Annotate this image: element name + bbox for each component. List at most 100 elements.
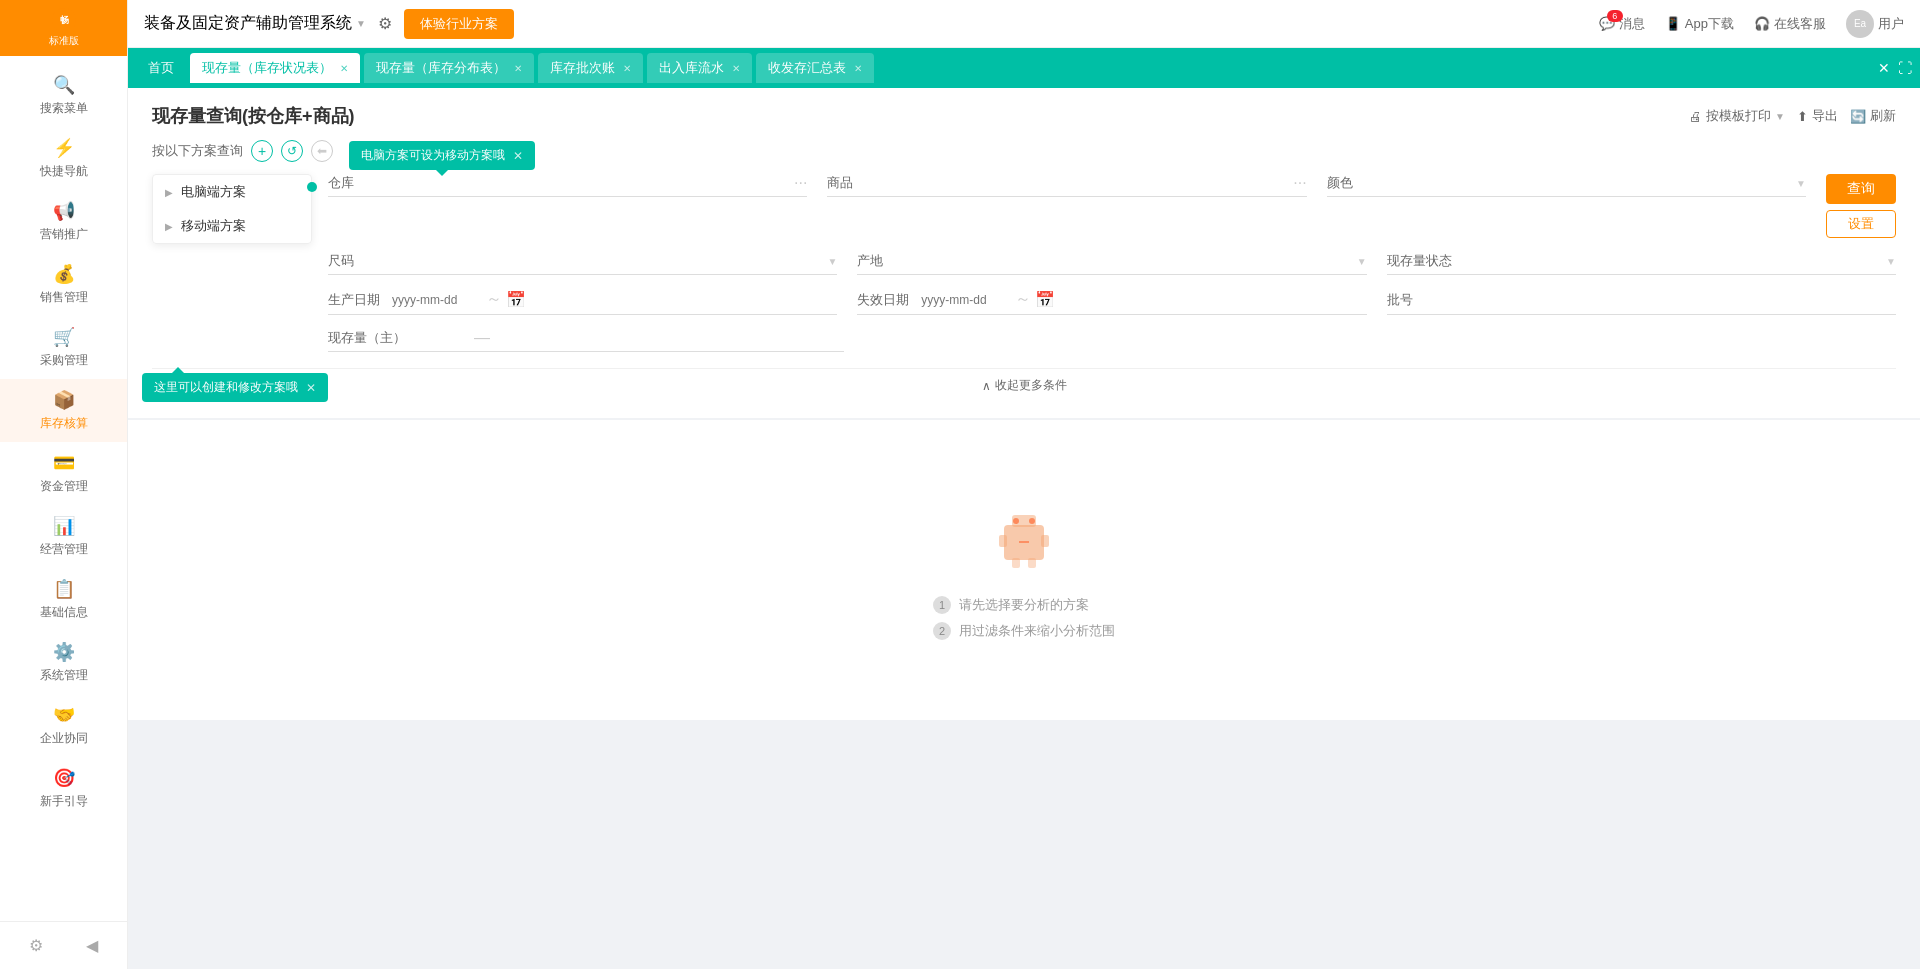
stock-main-from[interactable] — [410, 331, 470, 345]
warehouse-more-icon[interactable]: ··· — [794, 174, 807, 192]
sidebar-item-operations[interactable]: 📊 经营管理 — [0, 505, 127, 568]
tab-inout-close[interactable]: ✕ — [732, 63, 740, 74]
tooltip-create-close[interactable]: ✕ — [306, 381, 316, 395]
produce-date-calendar-icon[interactable]: 📅 — [506, 290, 526, 309]
stock-status-input[interactable] — [1460, 254, 1878, 269]
sidebar-item-purchase[interactable]: 🛒 采购管理 — [0, 316, 127, 379]
operations-icon: 📊 — [53, 515, 75, 537]
sidebar-item-label-operations: 经营管理 — [40, 541, 88, 558]
sidebar-settings-btn[interactable]: ⚙ — [29, 936, 43, 955]
headset-icon: 🎧 — [1754, 16, 1770, 31]
sidebar-item-search-menu[interactable]: 🔍 搜索菜单 — [0, 64, 127, 127]
tab-inout-flow[interactable]: 出入库流水 ✕ — [647, 53, 752, 83]
sidebar-item-quick-nav[interactable]: ⚡ 快捷导航 — [0, 127, 127, 190]
color-dropdown-icon[interactable]: ▼ — [1796, 178, 1806, 189]
sidebar-item-label-finance: 资金管理 — [40, 478, 88, 495]
expire-date-calendar-icon[interactable]: 📅 — [1035, 290, 1055, 309]
tab-collect-summary[interactable]: 收发存汇总表 ✕ — [756, 53, 874, 83]
header-gear-btn[interactable]: ⚙ — [378, 14, 392, 33]
sidebar-item-guide[interactable]: 🎯 新手引导 — [0, 757, 127, 820]
tab-stock-status[interactable]: 现存量（库存状况表） ✕ — [190, 53, 360, 83]
expire-date-label: 失效日期 — [857, 291, 917, 309]
tab-collect-close[interactable]: ✕ — [854, 63, 862, 74]
online-support-btn[interactable]: 🎧 在线客服 — [1754, 15, 1826, 33]
origin-dropdown-icon[interactable]: ▼ — [1357, 256, 1367, 267]
query-btn[interactable]: 查询 — [1826, 174, 1896, 204]
sidebar-item-cooperation[interactable]: 🤝 企业协同 — [0, 694, 127, 757]
refresh-label: 刷新 — [1870, 107, 1896, 125]
tab-fullscreen-icon[interactable]: ⛶ — [1898, 60, 1912, 76]
svg-rect-7 — [999, 535, 1007, 547]
online-support-label: 在线客服 — [1774, 15, 1826, 33]
svg-rect-8 — [1041, 535, 1049, 547]
refresh-btn[interactable]: 🔄 刷新 — [1850, 107, 1896, 125]
tab-stock-status-close[interactable]: ✕ — [340, 63, 348, 74]
sidebar-collapse-btn[interactable]: ◀ — [86, 936, 98, 955]
sidebar-item-base-info[interactable]: 📋 基础信息 — [0, 568, 127, 631]
sidebar-item-finance[interactable]: 💳 资金管理 — [0, 442, 127, 505]
set-btn[interactable]: 设置 — [1826, 210, 1896, 238]
tab-stock-status-label: 现存量（库存状况表） — [202, 59, 332, 77]
sales-icon: 💰 — [53, 263, 75, 285]
scheme-filter-layout: ▶ 电脑端方案 ▶ 移动端方案 这里可以创建和修改方案哦 ✕ — [152, 174, 1896, 352]
app-download-btn[interactable]: 📱 App下载 — [1665, 15, 1734, 33]
size-input[interactable] — [396, 254, 819, 269]
svg-rect-10 — [1028, 558, 1036, 568]
print-icon: 🖨 — [1689, 109, 1702, 124]
size-dropdown-icon[interactable]: ▼ — [827, 256, 837, 267]
scheme-pc-label: 电脑端方案 — [181, 183, 246, 201]
warehouse-input[interactable] — [396, 176, 786, 191]
search-menu-icon: 🔍 — [53, 74, 75, 96]
goods-more-icon[interactable]: ··· — [1293, 174, 1306, 192]
collapse-btn[interactable]: ∧ 收起更多条件 — [982, 377, 1067, 394]
tab-bar: 首页 现存量（库存状况表） ✕ 现存量（库存分布表） ✕ 库存批次账 ✕ 出入库… — [128, 48, 1920, 88]
filter-field-goods: 商品 ··· — [827, 174, 1306, 197]
tab-stock-dist-close[interactable]: ✕ — [514, 63, 522, 74]
scheme-arrow-icon-pc: ▶ — [165, 187, 173, 198]
action-buttons: 查询 设置 — [1826, 174, 1896, 238]
tab-home[interactable]: 首页 — [136, 53, 186, 83]
origin-input[interactable] — [925, 254, 1348, 269]
cooperation-icon: 🤝 — [53, 704, 75, 726]
tab-batch-account[interactable]: 库存批次账 ✕ — [538, 53, 643, 83]
sidebar-item-marketing[interactable]: 📢 营销推广 — [0, 190, 127, 253]
filter-add-btn[interactable]: + — [251, 140, 273, 162]
empty-tips: 1 请先选择要分析的方案 2 用过滤条件来缩小分析范围 — [933, 596, 1115, 640]
scheme-item-pc[interactable]: ▶ 电脑端方案 — [153, 175, 311, 209]
sidebar-item-label-purchase: 采购管理 — [40, 352, 88, 369]
tooltip-scheme-close[interactable]: ✕ — [513, 149, 523, 163]
sidebar-item-inventory[interactable]: 📦 库存核算 — [0, 379, 127, 442]
filter-row-2: 尺码 ▼ 产地 ▼ 现存量状态 — [328, 252, 1896, 275]
tab-close-all-icon[interactable]: ✕ — [1878, 60, 1890, 76]
page-actions: 🖨 按模板打印 ▼ ⬆ 导出 🔄 刷新 — [1689, 107, 1896, 125]
filter-arrow-btn[interactable]: ⬅ — [311, 140, 333, 162]
app-logo-icon: 畅 — [46, 8, 82, 32]
user-label: 用户 — [1878, 15, 1904, 33]
tab-stock-dist[interactable]: 现存量（库存分布表） ✕ — [364, 53, 534, 83]
print-btn[interactable]: 🖨 按模板打印 ▼ — [1689, 107, 1785, 125]
guide-icon: 🎯 — [53, 767, 75, 789]
sidebar-item-label-guide: 新手引导 — [40, 793, 88, 810]
sidebar-item-sales[interactable]: 💰 销售管理 — [0, 253, 127, 316]
print-label: 按模板打印 — [1706, 107, 1771, 125]
sidebar-item-system[interactable]: ⚙️ 系统管理 — [0, 631, 127, 694]
tab-batch-close[interactable]: ✕ — [623, 63, 631, 74]
stock-main-separator: — — [474, 329, 490, 347]
sidebar-item-label-search: 搜索菜单 — [40, 100, 88, 117]
system-title[interactable]: 装备及固定资产辅助管理系统 ▼ — [144, 13, 366, 34]
user-menu-btn[interactable]: Ea 用户 — [1846, 10, 1904, 38]
batch-input[interactable] — [1455, 292, 1896, 307]
experience-btn[interactable]: 体验行业方案 — [404, 9, 514, 39]
filter-circle-btn[interactable]: ↺ — [281, 140, 303, 162]
export-btn[interactable]: ⬆ 导出 — [1797, 107, 1838, 125]
produce-date-from[interactable] — [392, 293, 482, 307]
empty-tip-2: 2 用过滤条件来缩小分析范围 — [933, 622, 1115, 640]
stock-status-dropdown-icon[interactable]: ▼ — [1886, 256, 1896, 267]
scheme-item-mobile[interactable]: ▶ 移动端方案 — [153, 209, 311, 243]
stock-main-to[interactable] — [494, 331, 554, 345]
color-input[interactable] — [1395, 176, 1788, 191]
purchase-icon: 🛒 — [53, 326, 75, 348]
message-btn[interactable]: 💬 6 消息 — [1599, 15, 1645, 33]
goods-input[interactable] — [895, 176, 1285, 191]
expire-date-from[interactable] — [921, 293, 1011, 307]
